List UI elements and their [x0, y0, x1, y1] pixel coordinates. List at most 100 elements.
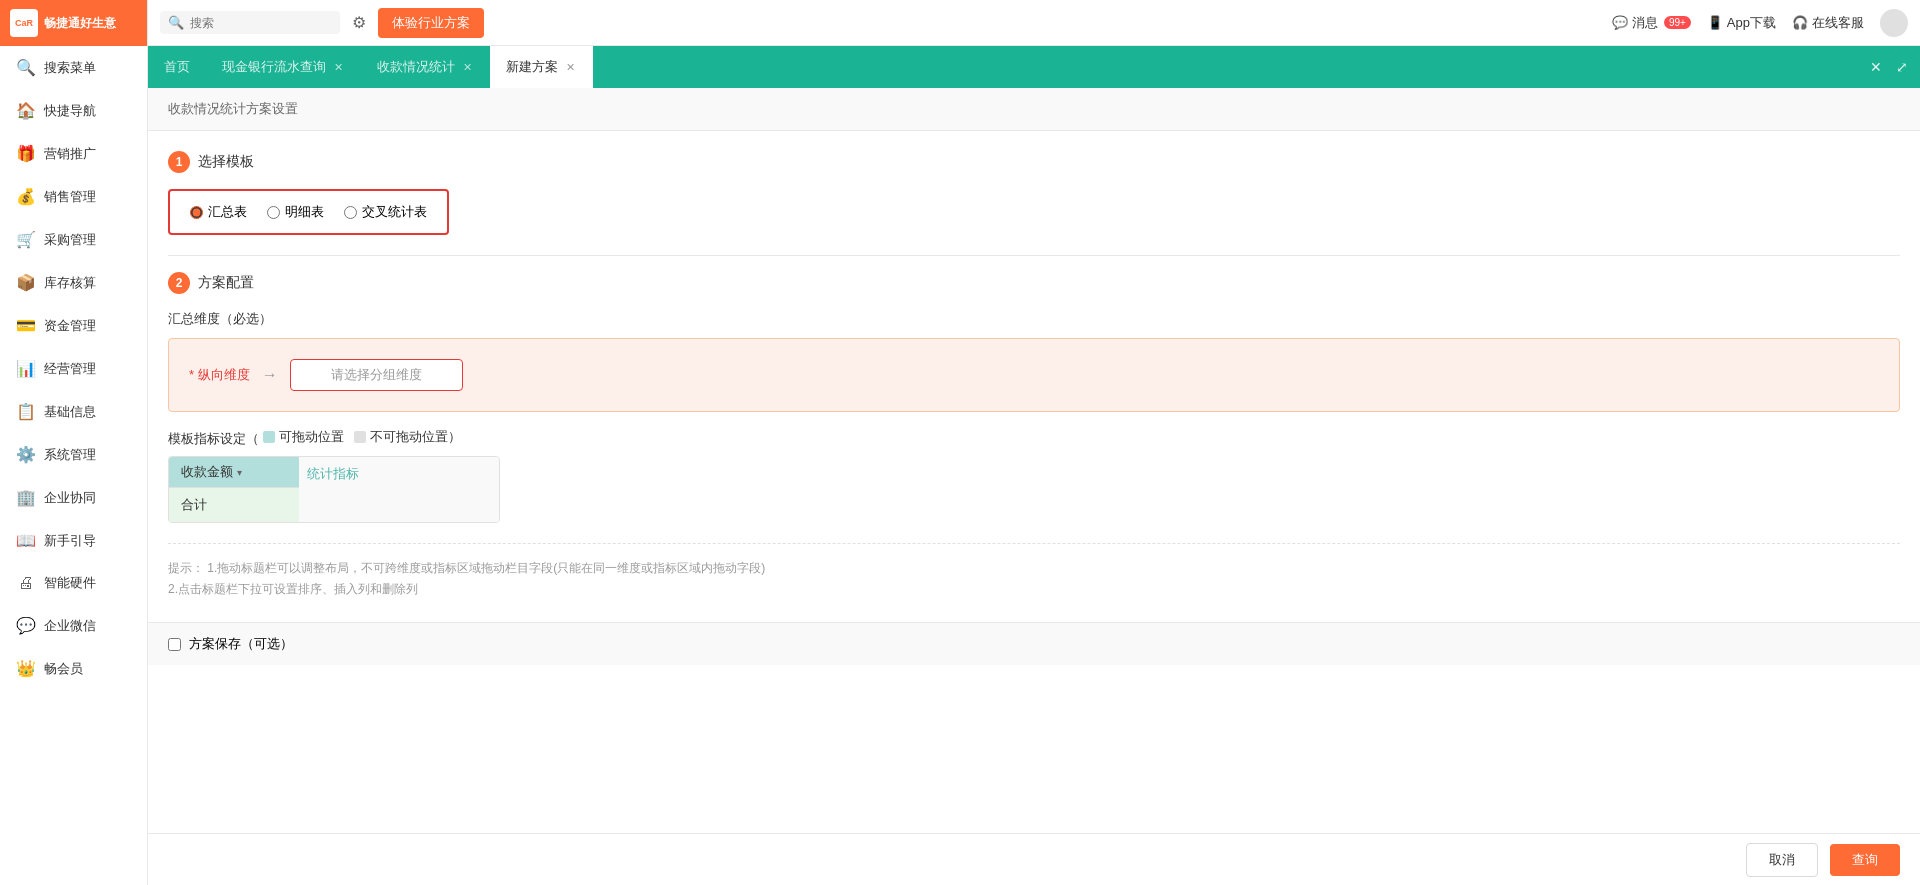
arrow-icon: → [262, 366, 278, 384]
dimension-select-button[interactable]: 请选择分组维度 [290, 359, 463, 391]
query-button[interactable]: 查询 [1830, 844, 1900, 876]
tab-bar-actions: ✕ ⤢ [1858, 46, 1920, 88]
tab-label: 首页 [164, 58, 190, 76]
chart-icon: 📊 [16, 359, 36, 378]
search-input[interactable] [190, 16, 310, 30]
page-content: 收款情况统计方案设置 1 选择模板 汇总表 明 [148, 88, 1920, 833]
card-icon: 💳 [16, 316, 36, 335]
sidebar-item-label: 经营管理 [44, 360, 96, 378]
message-button[interactable]: 💬 消息 99+ [1612, 14, 1691, 32]
sidebar-item-system[interactable]: ⚙️ 系统管理 [0, 433, 147, 476]
chevron-down-icon: ▾ [237, 467, 242, 478]
gear-icon: ⚙️ [16, 445, 36, 464]
metrics-col-header[interactable]: 收款金额 ▾ [169, 457, 299, 488]
radio-summary-input[interactable] [190, 206, 203, 219]
sidebar-item-label: 新手引导 [44, 532, 96, 550]
tab-new-plan[interactable]: 新建方案 ✕ [490, 46, 593, 88]
sidebar-item-guide[interactable]: 📖 新手引导 [0, 519, 147, 562]
tab-label: 收款情况统计 [377, 58, 455, 76]
breadcrumb: 收款情况统计方案设置 [148, 88, 1920, 131]
sidebar-item-label: 库存核算 [44, 274, 96, 292]
sidebar-item-smart-hw[interactable]: 🖨 智能硬件 [0, 562, 147, 604]
logo-text: 畅捷通好生意 [44, 15, 116, 32]
cancel-button[interactable]: 取消 [1746, 843, 1818, 877]
avatar[interactable] [1880, 9, 1908, 37]
sidebar-item-member[interactable]: 👑 畅会员 [0, 647, 147, 690]
radio-cross-label: 交叉统计表 [362, 203, 427, 221]
save-label: 方案保存（可选） [189, 635, 293, 653]
hint1: 提示： 1.拖动标题栏可以调整布局，不可跨维度或指标区域拖动栏目字段(只能在同一… [168, 560, 1900, 577]
metrics-col-body: 合计 [169, 488, 299, 522]
radio-detail[interactable]: 明细表 [267, 203, 324, 221]
sidebar-item-marketing[interactable]: 🎁 营销推广 [0, 132, 147, 175]
sidebar-item-quick-nav[interactable]: 🏠 快捷导航 [0, 89, 147, 132]
dimension-row: * 纵向维度 → 请选择分组维度 [189, 359, 1879, 391]
sidebar-item-search-menu[interactable]: 🔍 搜索菜单 [0, 46, 147, 89]
dimension-label: 汇总维度（必选） [168, 310, 1900, 328]
sidebar-item-label: 智能硬件 [44, 574, 96, 592]
sidebar: CaR 畅捷通好生意 🔍 搜索菜单 🏠 快捷导航 🎁 营销推广 💰 销售管理 🛒… [0, 0, 148, 885]
metrics-label: 模板指标设定（ 可拖动位置 不可拖动位置） [168, 428, 1900, 448]
download-button[interactable]: 📱 App下载 [1707, 14, 1776, 32]
hint2: 2.点击标题栏下拉可设置排序、插入列和删除列 [168, 581, 1900, 598]
breadcrumb-text: 收款情况统计方案设置 [168, 101, 298, 116]
sidebar-item-label: 企业微信 [44, 617, 96, 635]
logo-icon: CaR [10, 9, 38, 37]
sidebar-item-purchase[interactable]: 🛒 采购管理 [0, 218, 147, 261]
tab-close-new-plan[interactable]: ✕ [564, 59, 577, 76]
message-icon: 💬 [1612, 15, 1628, 30]
tab-maximize[interactable]: ⤢ [1892, 55, 1912, 79]
tab-close-all[interactable]: ✕ [1866, 55, 1886, 79]
metrics-label-text: 模板指标设定（ 可拖动位置 不可拖动位置） [168, 428, 461, 448]
sidebar-item-enterprise[interactable]: 🏢 企业协同 [0, 476, 147, 519]
header-right: 💬 消息 99+ 📱 App下载 🎧 在线客服 [1612, 9, 1908, 37]
stats-col-label: 统计指标 [307, 465, 491, 483]
radio-cross[interactable]: 交叉统计表 [344, 203, 427, 221]
sidebar-item-operations[interactable]: 📊 经营管理 [0, 347, 147, 390]
trial-button[interactable]: 体验行业方案 [378, 8, 484, 38]
stats-label-col: 统计指标 [299, 457, 499, 522]
cart-icon: 🛒 [16, 230, 36, 249]
sidebar-item-inventory[interactable]: 📦 库存核算 [0, 261, 147, 304]
search-box[interactable]: 🔍 [160, 11, 340, 34]
radio-cross-input[interactable] [344, 206, 357, 219]
sidebar-item-label: 基础信息 [44, 403, 96, 421]
step2-num: 2 [168, 272, 190, 294]
radio-summary[interactable]: 汇总表 [190, 203, 247, 221]
radio-detail-label: 明细表 [285, 203, 324, 221]
dimension-row-label: * 纵向维度 [189, 366, 250, 384]
tab-close-bank-flow[interactable]: ✕ [332, 59, 345, 76]
metrics-section: 模板指标设定（ 可拖动位置 不可拖动位置） [168, 428, 1900, 523]
step1-title: 选择模板 [198, 153, 254, 171]
tab-receipt-stats[interactable]: 收款情况统计 ✕ [361, 46, 490, 88]
tab-bank-flow[interactable]: 现金银行流水查询 ✕ [206, 46, 361, 88]
sidebar-item-sales[interactable]: 💰 销售管理 [0, 175, 147, 218]
radio-group: 汇总表 明细表 交叉统计表 [190, 203, 427, 221]
sidebar-item-label: 企业协同 [44, 489, 96, 507]
headset-icon: 🎧 [1792, 15, 1808, 30]
book-icon: 📖 [16, 531, 36, 550]
sidebar-item-basic-info[interactable]: 📋 基础信息 [0, 390, 147, 433]
gift-icon: 🎁 [16, 144, 36, 163]
building-icon: 🏢 [16, 488, 36, 507]
crown-icon: 👑 [16, 659, 36, 678]
list-icon: 📋 [16, 402, 36, 421]
main-area: 🔍 ⚙ 体验行业方案 💬 消息 99+ 📱 App下载 🎧 在线客服 [148, 0, 1920, 885]
sidebar-item-finance[interactable]: 💳 资金管理 [0, 304, 147, 347]
message-label: 消息 [1632, 14, 1658, 32]
sidebar-item-wechat[interactable]: 💬 企业微信 [0, 604, 147, 647]
radio-detail-input[interactable] [267, 206, 280, 219]
support-label: 在线客服 [1812, 14, 1864, 32]
settings-icon[interactable]: ⚙ [352, 13, 366, 32]
draggable-dot [263, 431, 275, 443]
save-checkbox[interactable] [168, 638, 181, 651]
tab-bar: 首页 现金银行流水查询 ✕ 收款情况统计 ✕ 新建方案 ✕ ✕ ⤢ [148, 46, 1920, 88]
tab-close-receipt-stats[interactable]: ✕ [461, 59, 474, 76]
sidebar-item-label: 系统管理 [44, 446, 96, 464]
support-button[interactable]: 🎧 在线客服 [1792, 14, 1864, 32]
fixed-dot [354, 431, 366, 443]
top-header: 🔍 ⚙ 体验行业方案 💬 消息 99+ 📱 App下载 🎧 在线客服 [148, 0, 1920, 46]
fixed-legend: 不可拖动位置） [354, 428, 461, 446]
tab-home[interactable]: 首页 [148, 46, 206, 88]
col-header-label: 收款金额 [181, 463, 233, 481]
